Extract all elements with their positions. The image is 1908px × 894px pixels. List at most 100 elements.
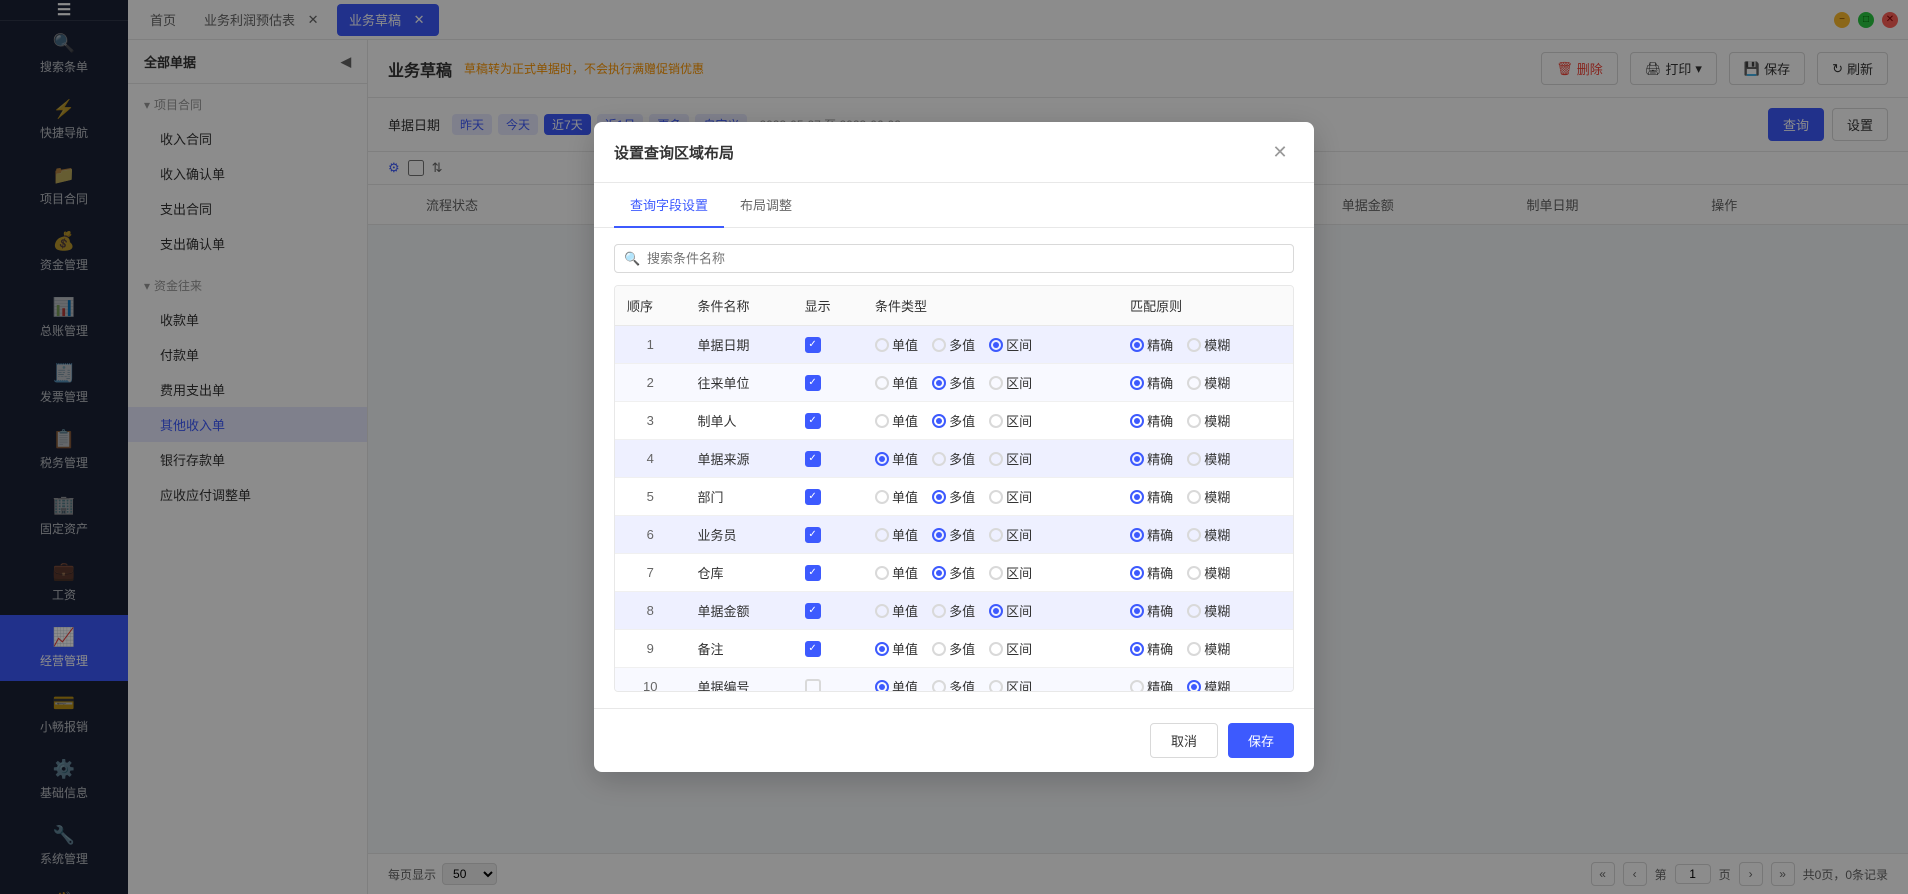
type-radio-区间-4[interactable]: 区间 [989, 449, 1032, 468]
radio-circle-type-多值-3 [932, 414, 946, 428]
match-radio-精确-5[interactable]: 精确 [1130, 487, 1173, 506]
type-radio-多值-9[interactable]: 多值 [932, 639, 975, 658]
radio-circle-match-模糊-6 [1187, 528, 1201, 542]
type-radio-区间-1[interactable]: 区间 [989, 335, 1032, 354]
cell-display-10[interactable] [793, 668, 863, 693]
type-radio-多值-5[interactable]: 多值 [932, 487, 975, 506]
radio-circle-type-区间-2 [989, 376, 1003, 390]
type-radio-单值-6[interactable]: 单值 [875, 525, 918, 544]
type-radio-区间-6[interactable]: 区间 [989, 525, 1032, 544]
type-radio-多值-2[interactable]: 多值 [932, 373, 975, 392]
cell-type-10: 单值多值区间 [863, 668, 1118, 693]
type-radio-单值-4[interactable]: 单值 [875, 449, 918, 468]
display-checkbox-2[interactable]: ✓ [805, 375, 821, 391]
type-radio-单值-10[interactable]: 单值 [875, 677, 918, 692]
display-checkbox-7[interactable]: ✓ [805, 565, 821, 581]
type-radio-多值-10[interactable]: 多值 [932, 677, 975, 692]
match-radio-模糊-4[interactable]: 模糊 [1187, 449, 1230, 468]
cell-display-1[interactable]: ✓ [793, 326, 863, 364]
cell-display-7[interactable]: ✓ [793, 554, 863, 592]
radio-circle-type-区间-1 [989, 338, 1003, 352]
tab-query-fields[interactable]: 查询字段设置 [614, 183, 724, 228]
match-radio-模糊-2[interactable]: 模糊 [1187, 373, 1230, 392]
type-radio-多值-1[interactable]: 多值 [932, 335, 975, 354]
match-radio-模糊-10[interactable]: 模糊 [1187, 677, 1230, 692]
type-radio-单值-2[interactable]: 单值 [875, 373, 918, 392]
condition-search-input[interactable] [614, 244, 1294, 273]
match-radio-模糊-8[interactable]: 模糊 [1187, 601, 1230, 620]
display-checkbox-9[interactable]: ✓ [805, 641, 821, 657]
radio-circle-type-单值-8 [875, 604, 889, 618]
radio-circle-match-精确-1 [1130, 338, 1144, 352]
cell-name-4: 单据来源 [685, 440, 792, 478]
display-checkbox-6[interactable]: ✓ [805, 527, 821, 543]
radio-circle-match-模糊-1 [1187, 338, 1201, 352]
type-radio-区间-9[interactable]: 区间 [989, 639, 1032, 658]
type-radio-区间-8[interactable]: 区间 [989, 601, 1032, 620]
match-radio-模糊-1[interactable]: 模糊 [1187, 335, 1230, 354]
display-checkbox-5[interactable]: ✓ [805, 489, 821, 505]
match-radio-精确-10[interactable]: 精确 [1130, 677, 1173, 692]
modal-save-button[interactable]: 保存 [1228, 723, 1294, 758]
type-radio-单值-9[interactable]: 单值 [875, 639, 918, 658]
cell-match-1: 精确模糊 [1118, 326, 1293, 364]
radio-circle-type-区间-7 [989, 566, 1003, 580]
type-radio-区间-7[interactable]: 区间 [989, 563, 1032, 582]
cell-display-3[interactable]: ✓ [793, 402, 863, 440]
type-radio-区间-10[interactable]: 区间 [989, 677, 1032, 692]
tab-layout[interactable]: 布局调整 [724, 183, 808, 228]
match-radio-模糊-3[interactable]: 模糊 [1187, 411, 1230, 430]
radio-circle-type-区间-6 [989, 528, 1003, 542]
display-checkbox-8[interactable]: ✓ [805, 603, 821, 619]
type-radio-单值-3[interactable]: 单值 [875, 411, 918, 430]
type-radio-多值-4[interactable]: 多值 [932, 449, 975, 468]
match-radio-精确-6[interactable]: 精确 [1130, 525, 1173, 544]
modal-close-button[interactable]: ✕ [1266, 138, 1294, 166]
match-radio-精确-1[interactable]: 精确 [1130, 335, 1173, 354]
match-radio-精确-4[interactable]: 精确 [1130, 449, 1173, 468]
modal-overlay[interactable]: 设置查询区域布局 ✕ 查询字段设置 布局调整 🔍 顺序 条件名称 显示 [0, 0, 1908, 894]
match-radio-精确-2[interactable]: 精确 [1130, 373, 1173, 392]
condition-row-1: 1单据日期✓单值多值区间精确模糊 [615, 326, 1293, 364]
modal-header: 设置查询区域布局 ✕ [594, 122, 1314, 183]
cell-order-7: 7 [615, 554, 685, 592]
type-radio-单值-1[interactable]: 单值 [875, 335, 918, 354]
cell-display-4[interactable]: ✓ [793, 440, 863, 478]
cell-display-8[interactable]: ✓ [793, 592, 863, 630]
radio-circle-type-区间-4 [989, 452, 1003, 466]
display-checkbox-4[interactable]: ✓ [805, 451, 821, 467]
condition-row-7: 7仓库 ✓ 单值多值区间 精确模糊 [615, 554, 1293, 592]
display-checkbox-3[interactable]: ✓ [805, 413, 821, 429]
type-radio-多值-3[interactable]: 多值 [932, 411, 975, 430]
modal-cancel-button[interactable]: 取消 [1150, 723, 1218, 758]
type-radio-多值-6[interactable]: 多值 [932, 525, 975, 544]
radio-circle-type-多值-1 [932, 338, 946, 352]
display-checkbox-1[interactable]: ✓ [805, 337, 821, 353]
radio-circle-type-多值-7 [932, 566, 946, 580]
cell-display-2[interactable]: ✓ [793, 364, 863, 402]
type-radio-单值-5[interactable]: 单值 [875, 487, 918, 506]
type-radio-单值-7[interactable]: 单值 [875, 563, 918, 582]
match-radio-精确-9[interactable]: 精确 [1130, 639, 1173, 658]
match-radio-模糊-6[interactable]: 模糊 [1187, 525, 1230, 544]
match-radio-模糊-7[interactable]: 模糊 [1187, 563, 1230, 582]
type-radio-区间-5[interactable]: 区间 [989, 487, 1032, 506]
cell-display-5[interactable]: ✓ [793, 478, 863, 516]
cell-display-9[interactable]: ✓ [793, 630, 863, 668]
cell-name-7: 仓库 [685, 554, 792, 592]
cell-match-7: 精确模糊 [1118, 554, 1293, 592]
type-radio-多值-8[interactable]: 多值 [932, 601, 975, 620]
match-radio-精确-8[interactable]: 精确 [1130, 601, 1173, 620]
cell-display-6[interactable]: ✓ [793, 516, 863, 554]
type-radio-多值-7[interactable]: 多值 [932, 563, 975, 582]
type-radio-单值-8[interactable]: 单值 [875, 601, 918, 620]
match-radio-模糊-9[interactable]: 模糊 [1187, 639, 1230, 658]
match-radio-精确-3[interactable]: 精确 [1130, 411, 1173, 430]
type-radio-区间-2[interactable]: 区间 [989, 373, 1032, 392]
match-radio-精确-7[interactable]: 精确 [1130, 563, 1173, 582]
condition-row-6: 6业务员✓单值多值区间精确模糊 [615, 516, 1293, 554]
cell-match-3: 精确模糊 [1118, 402, 1293, 440]
type-radio-区间-3[interactable]: 区间 [989, 411, 1032, 430]
match-radio-模糊-5[interactable]: 模糊 [1187, 487, 1230, 506]
display-checkbox-10[interactable] [805, 679, 821, 693]
